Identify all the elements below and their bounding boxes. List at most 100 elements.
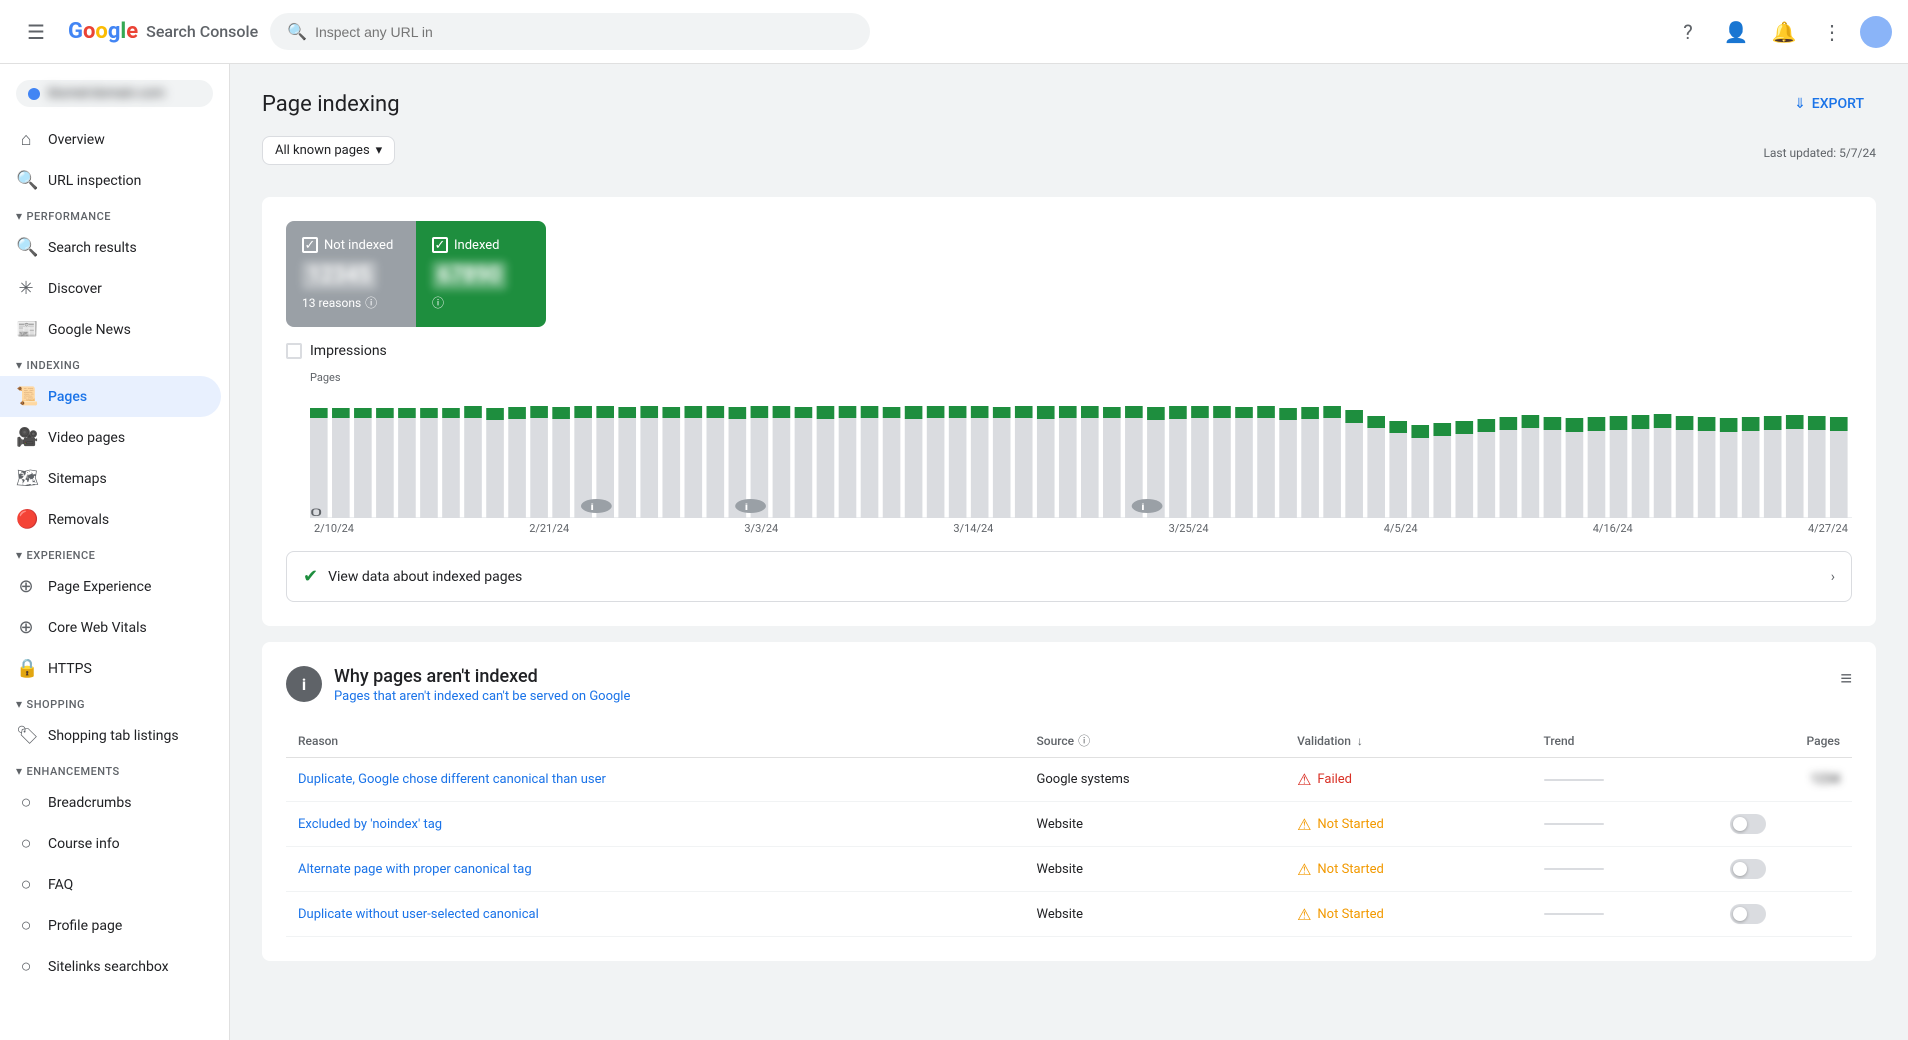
topbar-actions: ? 👤 🔔 ⋮: [1668, 12, 1892, 52]
avatar[interactable]: [1860, 16, 1892, 48]
url-search-input[interactable]: [315, 24, 853, 40]
sidebar-item-shopping-tab[interactable]: 🏷 Shopping tab listings: [0, 715, 221, 756]
reason-link[interactable]: Duplicate, Google chose different canoni…: [298, 772, 606, 787]
reason-link[interactable]: Duplicate without user-selected canonica…: [298, 907, 539, 922]
col-validation[interactable]: Validation ↓: [1285, 724, 1531, 758]
pages-count: 1234: [1811, 772, 1840, 787]
section-label: Shopping: [27, 698, 86, 711]
indexed-checkbox[interactable]: ✓: [432, 237, 448, 253]
filter-chip-known-pages[interactable]: All known pages ▾: [262, 136, 395, 165]
col-reason: Reason: [286, 724, 1025, 758]
sidebar-item-sitelinks-searchbox[interactable]: ○ Sitelinks searchbox: [0, 946, 221, 987]
reason-link[interactable]: Excluded by 'noindex' tag: [298, 817, 442, 832]
impressions-label: Impressions: [310, 343, 387, 359]
sidebar-item-google-news[interactable]: 📰 Google News: [0, 309, 221, 350]
pages-icon: 📜: [16, 386, 36, 407]
info-icon[interactable]: ⓘ: [365, 294, 377, 311]
export-icon: ⇓: [1794, 96, 1806, 112]
profile-page-icon: ○: [16, 915, 36, 936]
sidebar-item-label: Sitelinks searchbox: [48, 959, 169, 975]
apps-icon[interactable]: ⋮: [1812, 12, 1852, 52]
domain-name: blurred-domain.com: [48, 86, 165, 101]
svg-text:i: i: [1140, 502, 1145, 513]
trend-cell: [1532, 758, 1719, 802]
sidebar-section-experience: ▾ Experience: [0, 540, 229, 566]
view-indexed-pages-link[interactable]: ✔ View data about indexed pages ›: [286, 551, 1852, 602]
source-cell: Website: [1025, 892, 1286, 937]
google-wordmark: Google: [68, 19, 138, 44]
x-label: 2/21/24: [529, 522, 569, 535]
col-source[interactable]: Source ⓘ: [1025, 724, 1286, 758]
not-indexed-summary: ✓ Not indexed 12345 13 reasons ⓘ: [286, 221, 416, 327]
search-results-icon: 🔍: [16, 237, 36, 258]
search-bar[interactable]: 🔍: [270, 13, 870, 50]
sidebar-item-discover[interactable]: ✳ Discover: [0, 268, 221, 309]
toggle[interactable]: [1730, 859, 1766, 879]
sidebar-item-faq[interactable]: ○ FAQ: [0, 864, 221, 905]
sidebar-item-page-experience[interactable]: ⊕ Page Experience: [0, 566, 221, 607]
sidebar-item-url-inspection[interactable]: 🔍 URL inspection: [0, 160, 221, 201]
sidebar-item-profile-page[interactable]: ○ Profile page: [0, 905, 221, 946]
sidebar-item-search-results[interactable]: 🔍 Search results: [0, 227, 221, 268]
source-cell: Website: [1025, 802, 1286, 847]
source-cell: Google systems: [1025, 758, 1286, 802]
svg-text:i: i: [744, 502, 749, 513]
not-started-icon: ⚠: [1297, 815, 1311, 834]
sidebar-section-enhancements: ▾ Enhancements: [0, 756, 229, 782]
sidebar-item-video-pages[interactable]: 🎥 Video pages: [0, 417, 221, 458]
toggle[interactable]: [1730, 904, 1766, 924]
export-button[interactable]: ⇓ EXPORT: [1782, 88, 1876, 120]
account-icon[interactable]: 👤: [1716, 12, 1756, 52]
validation-status: Not Started: [1317, 862, 1383, 877]
sidebar-item-core-web-vitals[interactable]: ⊕ Core Web Vitals: [0, 607, 221, 648]
breadcrumbs-icon: ○: [16, 792, 36, 813]
sidebar-item-label: Pages: [48, 389, 87, 405]
chevron-down-icon: ▾: [16, 209, 23, 223]
chevron-down-icon: ▾: [16, 548, 23, 562]
domain-chip[interactable]: blurred-domain.com: [16, 80, 213, 107]
domain-section: blurred-domain.com: [0, 72, 229, 119]
sidebar-item-sitemaps[interactable]: 🗺 Sitemaps: [0, 458, 221, 499]
trend-line: [1544, 779, 1604, 781]
sidebar-item-removals[interactable]: 🔴 Removals: [0, 499, 221, 540]
reason-cell: Duplicate without user-selected canonica…: [286, 892, 1025, 937]
reason-cell: Excluded by 'noindex' tag: [286, 802, 1025, 847]
sidebar-item-https[interactable]: 🔒 HTTPS: [0, 648, 221, 689]
section-label: Enhancements: [27, 765, 120, 778]
table-row: Duplicate, Google chose different canoni…: [286, 758, 1852, 802]
chart-y-label: Pages: [310, 371, 1852, 384]
topbar: ☰ Google Search Console 🔍 ? 👤 🔔 ⋮: [0, 0, 1908, 64]
menu-icon[interactable]: ☰: [16, 12, 56, 52]
x-label: 3/25/24: [1169, 522, 1209, 535]
info-icon[interactable]: ⓘ: [432, 294, 444, 311]
trend-cell: [1532, 892, 1719, 937]
notifications-icon[interactable]: 🔔: [1764, 12, 1804, 52]
filter-icon[interactable]: ≡: [1840, 666, 1852, 691]
sidebar-section-performance: ▾ Performance: [0, 201, 229, 227]
help-icon[interactable]: ?: [1668, 12, 1708, 52]
info-icon: ⓘ: [1078, 732, 1090, 749]
logo: Google Search Console: [68, 19, 258, 44]
shopping-tab-icon: 🏷: [16, 725, 36, 746]
page-title: Page indexing: [262, 92, 400, 117]
sidebar-item-label: Discover: [48, 281, 102, 297]
not-indexed-label: Not indexed: [324, 238, 393, 253]
not-indexed-checkbox[interactable]: ✓: [302, 237, 318, 253]
faq-icon: ○: [16, 874, 36, 895]
pages-cell: [1718, 802, 1852, 847]
sidebar-item-overview[interactable]: ⌂ Overview: [0, 119, 221, 160]
sidebar-item-course-info[interactable]: ○ Course info: [0, 823, 221, 864]
failed-icon: ⚠: [1297, 770, 1311, 789]
toggle[interactable]: [1730, 814, 1766, 834]
domain-dot: [28, 88, 40, 100]
sidebar-item-label: Overview: [48, 132, 105, 148]
sidebar-item-breadcrumbs[interactable]: ○ Breadcrumbs: [0, 782, 221, 823]
validation-status: Not Started: [1317, 817, 1383, 832]
trend-cell: [1532, 802, 1719, 847]
chevron-down-icon: ▾: [16, 358, 23, 372]
impressions-checkbox[interactable]: [286, 343, 302, 359]
reason-link[interactable]: Alternate page with proper canonical tag: [298, 862, 532, 877]
sidebar-item-pages[interactable]: 📜 Pages: [0, 376, 221, 417]
x-label: 4/16/24: [1593, 522, 1633, 535]
indexed-summary: ✓ Indexed 67890 ⓘ: [416, 221, 546, 327]
